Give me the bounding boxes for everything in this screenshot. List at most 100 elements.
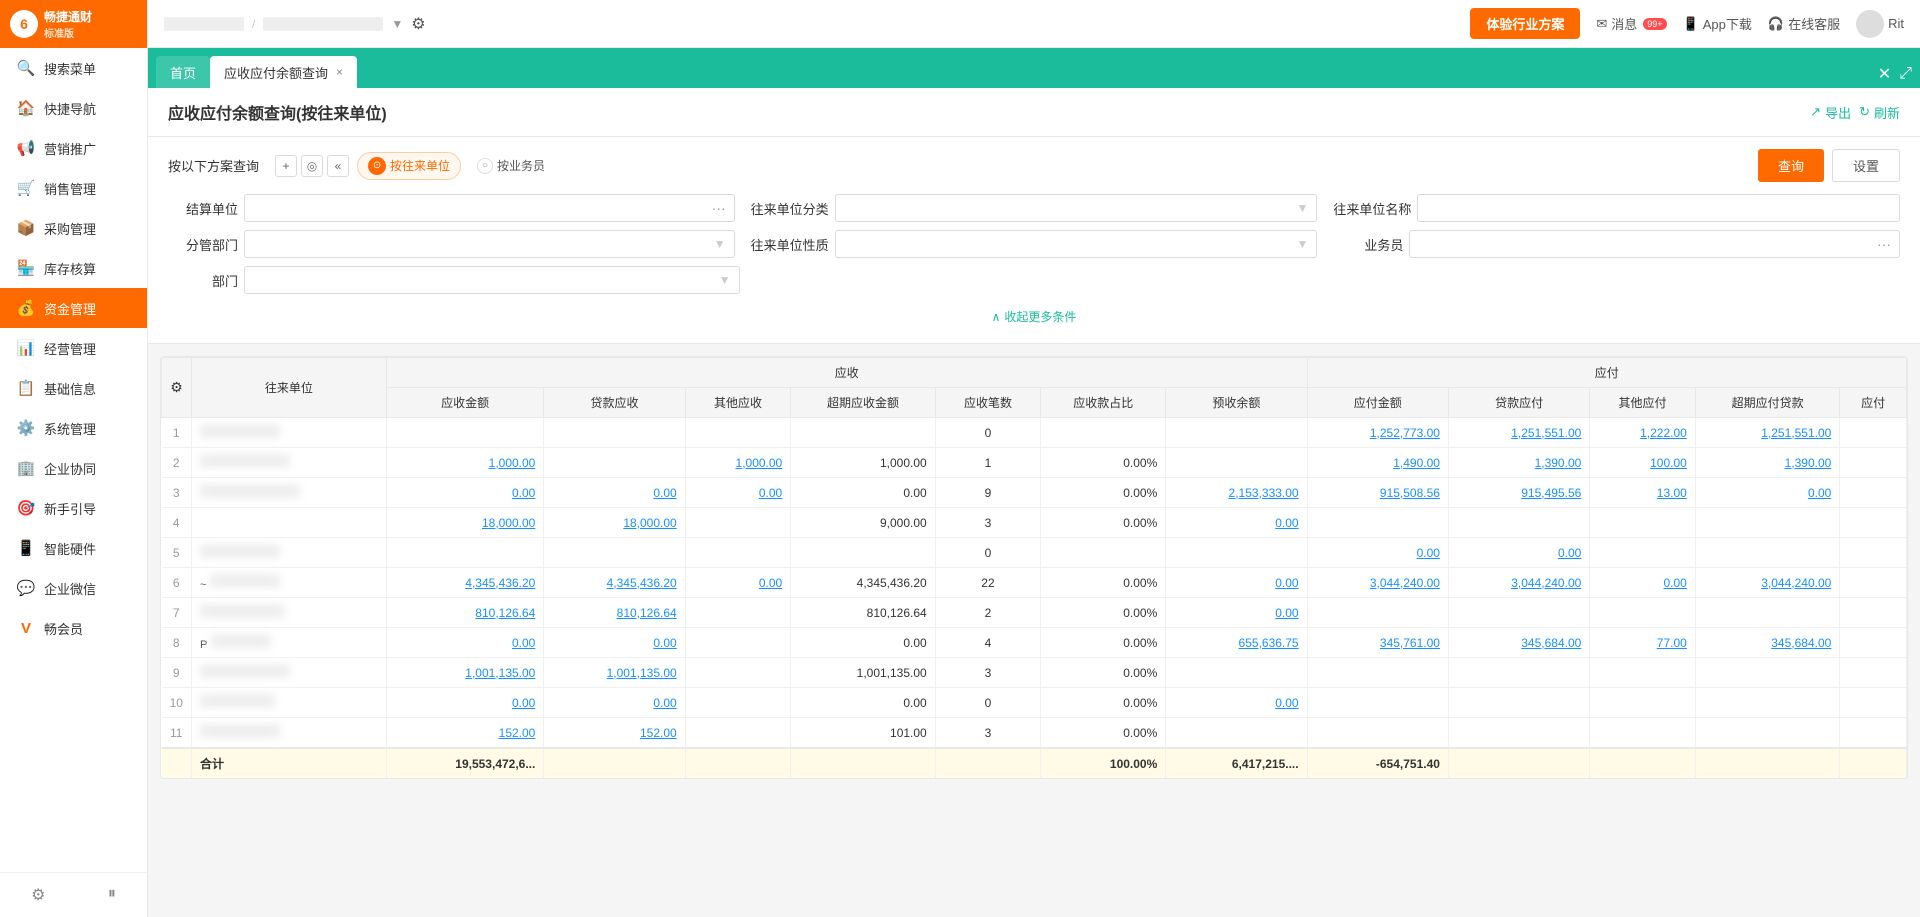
- row-ap-amt-2[interactable]: 1,490.00: [1307, 448, 1448, 478]
- row-ap-amt-6[interactable]: 3,044,240.00: [1307, 568, 1448, 598]
- row-ar-other-6[interactable]: 0.00: [685, 568, 791, 598]
- row-ap-amt-8[interactable]: 345,761.00: [1307, 628, 1448, 658]
- row-ar-loan-4[interactable]: 18,000.00: [544, 508, 685, 538]
- row-ap-overdue-8[interactable]: 345,684.00: [1695, 628, 1839, 658]
- settlement-unit-input[interactable]: ···: [244, 194, 735, 222]
- row-ap-other-6[interactable]: 0.00: [1590, 568, 1696, 598]
- row-ar-loan-3[interactable]: 0.00: [544, 478, 685, 508]
- row-ar-amt-7[interactable]: 810,126.64: [386, 598, 544, 628]
- row-ap-loan-1[interactable]: 1,251,551.00: [1448, 418, 1589, 448]
- row-ar-amt-9[interactable]: 1,001,135.00: [386, 658, 544, 688]
- row-prepaid-4[interactable]: 0.00: [1166, 508, 1307, 538]
- unit-nature-select[interactable]: ▼: [835, 230, 1318, 258]
- sidebar-item-member[interactable]: V 畅会员: [0, 608, 147, 648]
- row-num-5: 5: [162, 538, 192, 568]
- header-gear-icon[interactable]: ⚙: [411, 14, 425, 34]
- row-ap-loan-6[interactable]: 3,044,240.00: [1448, 568, 1589, 598]
- row-ar-amt-4[interactable]: 18,000.00: [386, 508, 544, 538]
- breadcrumb-chevron-icon[interactable]: ▼: [391, 17, 403, 31]
- row-ap-other-8[interactable]: 77.00: [1590, 628, 1696, 658]
- tab-fullscreen-icon[interactable]: ⤢: [1899, 65, 1912, 83]
- sidebar-item-inventory[interactable]: 🏪 库存核算: [0, 248, 147, 288]
- scheme-collapse-icon[interactable]: «: [327, 155, 349, 177]
- row-ap-overdue-2[interactable]: 1,390.00: [1695, 448, 1839, 478]
- row-ar-loan-9[interactable]: 1,001,135.00: [544, 658, 685, 688]
- row-ap-overdue-3[interactable]: 0.00: [1695, 478, 1839, 508]
- row-ap-other-3[interactable]: 13.00: [1590, 478, 1696, 508]
- sidebar-item-sales[interactable]: 🛒 销售管理: [0, 168, 147, 208]
- row-ap-overdue-1[interactable]: 1,251,551.00: [1695, 418, 1839, 448]
- more-conditions-toggle[interactable]: ∧ 收起更多条件: [168, 302, 1900, 331]
- row-ar-amt-6[interactable]: 4,345,436.20: [386, 568, 544, 598]
- refresh-btn[interactable]: ↻ 刷新: [1859, 103, 1900, 122]
- row-ap-loan-3[interactable]: 915,495.56: [1448, 478, 1589, 508]
- sidebar-item-marketing[interactable]: 📢 营销推广: [0, 128, 147, 168]
- table-settings-btn[interactable]: ⚙: [162, 358, 192, 418]
- scheme-settings-icon[interactable]: ◎: [301, 155, 323, 177]
- collapse-btn[interactable]: ⏸: [100, 881, 124, 909]
- row-ar-loan-11[interactable]: 152.00: [544, 718, 685, 749]
- row-ar-other-2[interactable]: 1,000.00: [685, 448, 791, 478]
- sidebar-label-operations: 经营管理: [44, 339, 96, 358]
- settlement-unit-dots[interactable]: ···: [712, 200, 726, 216]
- row-ar-amt-10[interactable]: 0.00: [386, 688, 544, 718]
- tab-ar-ap-query[interactable]: 应收应付余额查询 ×: [210, 56, 357, 88]
- row-ap-other-1[interactable]: 1,222.00: [1590, 418, 1696, 448]
- sidebar-item-hardware[interactable]: 📱 智能硬件: [0, 528, 147, 568]
- tab-close-icon[interactable]: ×: [336, 65, 343, 79]
- scheme-by-staff[interactable]: ○ 按业务员: [477, 157, 545, 174]
- row-ap-other-2[interactable]: 100.00: [1590, 448, 1696, 478]
- row-prepaid-3[interactable]: 2,153,333.00: [1166, 478, 1307, 508]
- sidebar-item-quicknav[interactable]: 🏠 快捷导航: [0, 88, 147, 128]
- row-ap-loan-8[interactable]: 345,684.00: [1448, 628, 1589, 658]
- row-ar-loan-6[interactable]: 4,345,436.20: [544, 568, 685, 598]
- row-ar-amt-3[interactable]: 0.00: [386, 478, 544, 508]
- salesperson-dots[interactable]: ···: [1877, 236, 1891, 252]
- online-service-btn[interactable]: 🎧 在线客服: [1768, 14, 1840, 33]
- unit-name-input[interactable]: [1417, 194, 1900, 222]
- row-ar-amt-8[interactable]: 0.00: [386, 628, 544, 658]
- tab-home[interactable]: 首页: [156, 56, 210, 88]
- sidebar-item-wechat[interactable]: 💬 企业微信: [0, 568, 147, 608]
- row-ap-amt-1[interactable]: 1,252,773.00: [1307, 418, 1448, 448]
- export-btn[interactable]: ↗ 导出: [1810, 103, 1851, 122]
- row-ap-overdue-6[interactable]: 3,044,240.00: [1695, 568, 1839, 598]
- dept-manager-select[interactable]: ▼: [244, 230, 735, 258]
- sidebar-item-finance[interactable]: 💰 资金管理: [0, 288, 147, 328]
- tab-close-window-icon[interactable]: ✕: [1878, 64, 1891, 84]
- sidebar-item-system[interactable]: ⚙️ 系统管理: [0, 408, 147, 448]
- row-ar-loan-10[interactable]: 0.00: [544, 688, 685, 718]
- row-ar-loan-8[interactable]: 0.00: [544, 628, 685, 658]
- row-ap-loan-5[interactable]: 0.00: [1448, 538, 1589, 568]
- user-info[interactable]: Rit: [1856, 10, 1904, 38]
- row-ar-amt-11[interactable]: 152.00: [386, 718, 544, 749]
- settings-filter-btn[interactable]: 设置: [1832, 149, 1900, 182]
- logo-icon: 6: [10, 10, 38, 38]
- sidebar-item-search[interactable]: 🔍 搜索菜单: [0, 48, 147, 88]
- row-prepaid-8[interactable]: 655,636.75: [1166, 628, 1307, 658]
- sidebar-item-operations[interactable]: 📊 经营管理: [0, 328, 147, 368]
- query-btn[interactable]: 查询: [1758, 149, 1824, 182]
- row-ar-other-3[interactable]: 0.00: [685, 478, 791, 508]
- row-ar-loan-7[interactable]: 810,126.64: [544, 598, 685, 628]
- row-prepaid-10[interactable]: 0.00: [1166, 688, 1307, 718]
- row-prepaid-6[interactable]: 0.00: [1166, 568, 1307, 598]
- salesperson-input[interactable]: ···: [1409, 230, 1900, 258]
- department-select[interactable]: ▼: [244, 266, 740, 294]
- app-download-btn[interactable]: 📱 App下载: [1683, 14, 1752, 33]
- scheme-by-unit[interactable]: ⊙ 按往来单位: [357, 152, 461, 180]
- add-scheme-btn[interactable]: +: [275, 155, 297, 177]
- solution-btn[interactable]: 体验行业方案: [1470, 8, 1580, 39]
- sidebar-item-purchase[interactable]: 📦 采购管理: [0, 208, 147, 248]
- notification-btn[interactable]: ✉ 消息 99+: [1596, 14, 1666, 33]
- sidebar-item-guide[interactable]: 🎯 新手引导: [0, 488, 147, 528]
- row-ap-amt-5[interactable]: 0.00: [1307, 538, 1448, 568]
- row-ap-loan-2[interactable]: 1,390.00: [1448, 448, 1589, 478]
- unit-category-select[interactable]: ▼: [835, 194, 1318, 222]
- row-ap-amt-3[interactable]: 915,508.56: [1307, 478, 1448, 508]
- settings-bottom-btn[interactable]: ⚙: [23, 881, 53, 909]
- sidebar-item-basic-info[interactable]: 📋 基础信息: [0, 368, 147, 408]
- row-ar-amt-2[interactable]: 1,000.00: [386, 448, 544, 478]
- sidebar-item-enterprise[interactable]: 🏢 企业协同: [0, 448, 147, 488]
- row-prepaid-7[interactable]: 0.00: [1166, 598, 1307, 628]
